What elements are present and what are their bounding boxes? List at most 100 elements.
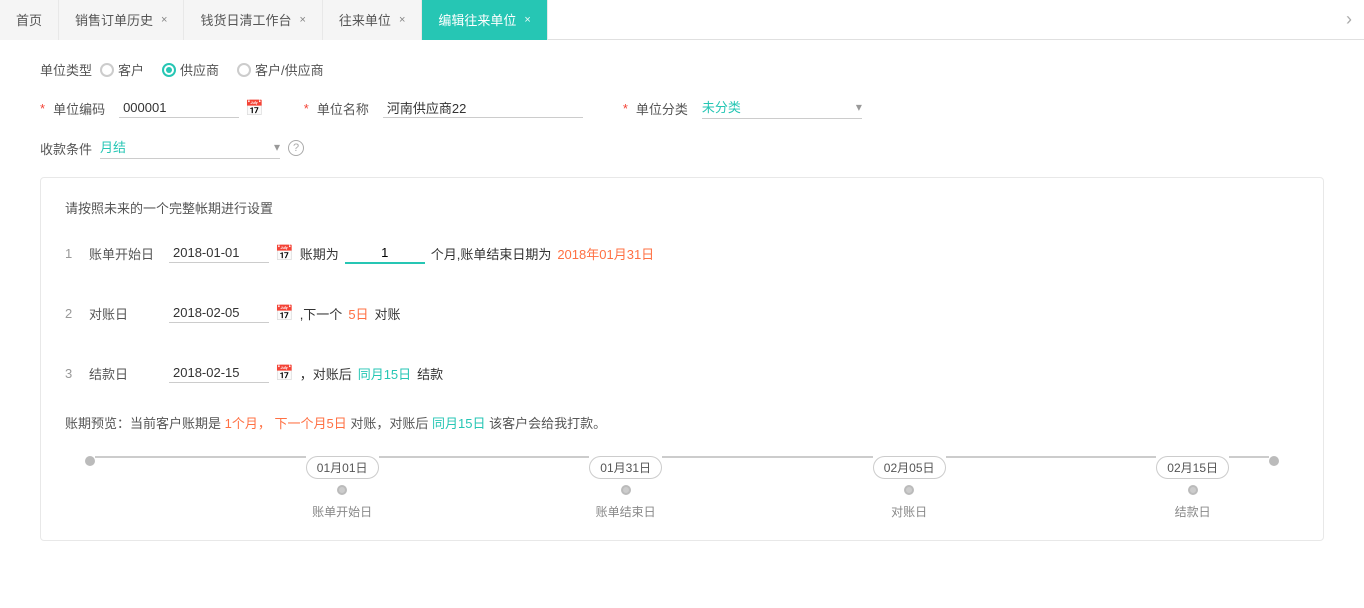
tl-sublabel-1: 账单开始日 xyxy=(312,503,372,520)
payment-arrow: ▾ xyxy=(274,140,280,154)
setting-row-3: 3 结款日 📅 ，对账后 同月15日 结款 xyxy=(65,357,1299,389)
tl-badge-3: 02月05日 xyxy=(873,456,946,479)
setting-content-2: 📅 ,下一个 5日 对账 xyxy=(169,303,1299,323)
tab-edit-partner-close[interactable]: × xyxy=(524,14,530,26)
payment-value: 月结 xyxy=(100,137,274,156)
setting-row-1: 1 账单开始日 📅 账期为 个月,账单结束日期为 2018年01月31日 xyxy=(65,237,1299,269)
tl-sublabel-2: 账单结束日 xyxy=(596,503,656,520)
timeline: 01月01日 账单开始日 01月31日 账单结束日 02月05日 对账日 xyxy=(65,456,1299,520)
tab-edit-partner[interactable]: 编辑往来单位 × xyxy=(422,0,547,40)
tl-node-3: 02月05日 对账日 xyxy=(873,456,946,520)
preview-label: 账期预览：当前客户账期是 xyxy=(65,416,221,431)
reconcile-highlight: 5日 xyxy=(348,304,368,323)
payment-suffix: 结款 xyxy=(417,364,443,383)
unit-code-required: * xyxy=(40,101,45,116)
unit-name-required: * xyxy=(304,101,309,116)
radio-both[interactable]: 客户/供应商 xyxy=(237,60,324,79)
unit-type-radio-group: 客户 供应商 客户/供应商 xyxy=(100,60,324,79)
tabs-bar: 首页 销售订单历史 × 钱货日清工作台 × 往来单位 × 编辑往来单位 × › xyxy=(0,0,1364,40)
unit-type-row: 单位类型 客户 供应商 客户/供应商 xyxy=(40,60,1324,79)
payment-highlight: 同月15日 xyxy=(358,364,411,383)
tabs-more-button[interactable]: › xyxy=(1334,9,1364,30)
tab-partner-close[interactable]: × xyxy=(399,14,405,26)
unit-category-arrow: ▾ xyxy=(856,100,862,114)
unit-type-label: 单位类型 xyxy=(40,60,92,79)
tl-badge-2: 01月31日 xyxy=(589,456,662,479)
timeline-end-dot xyxy=(1269,456,1279,466)
period-prefix: 账期为 xyxy=(300,244,339,263)
tl-badge-1: 01月01日 xyxy=(306,456,379,479)
radio-both-circle xyxy=(237,63,251,77)
setting-label-3: 结款日 xyxy=(89,364,169,383)
preview-part3: 对账，对账后 xyxy=(350,416,428,431)
setting-num-2: 2 xyxy=(65,306,89,321)
start-date-icon[interactable]: 📅 xyxy=(275,244,294,262)
tl-dot-1 xyxy=(337,485,347,495)
payment-date-input[interactable] xyxy=(169,363,269,383)
payment-help-icon[interactable]: ? xyxy=(288,140,304,156)
tl-connector-end xyxy=(1229,456,1269,458)
radio-supplier[interactable]: 供应商 xyxy=(162,60,219,79)
payment-dropdown[interactable]: 月结 ▾ xyxy=(100,137,280,159)
preview-part5: 该客户会给我打款。 xyxy=(489,416,606,431)
period-suffix: 个月,账单结束日期为 xyxy=(431,244,552,263)
tab-edit-partner-label: 编辑往来单位 xyxy=(438,10,516,29)
tab-cash-work-close[interactable]: × xyxy=(299,14,305,26)
info-box: 请按照未来的一个完整帐期进行设置 1 账单开始日 📅 账期为 个月,账单结束日期… xyxy=(40,177,1324,541)
unit-name-label: 单位名称 xyxy=(317,99,369,118)
tab-cash-work-label: 钱货日清工作台 xyxy=(200,10,291,29)
tab-sales-history-close[interactable]: × xyxy=(161,14,167,26)
start-date-input[interactable] xyxy=(169,243,269,263)
preview-text: 账期预览：当前客户账期是 1个月， 下一个月5日 对账，对账后 同月15日 该客… xyxy=(65,413,1299,432)
unit-category-dropdown[interactable]: 未分类 ▾ xyxy=(702,97,862,119)
tl-connector-3 xyxy=(662,456,873,458)
reconcile-date-input[interactable] xyxy=(169,303,269,323)
tl-node-2: 01月31日 账单结束日 xyxy=(589,456,662,520)
tl-dot-4 xyxy=(1188,485,1198,495)
payment-date-icon[interactable]: 📅 xyxy=(275,364,294,382)
tab-sales-history[interactable]: 销售订单历史 × xyxy=(59,0,184,40)
payment-label: 收款条件 xyxy=(40,139,92,158)
unit-name-input[interactable] xyxy=(383,98,583,118)
tab-home[interactable]: 首页 xyxy=(0,0,59,40)
setting-content-1: 📅 账期为 个月,账单结束日期为 2018年01月31日 xyxy=(169,243,1299,264)
period-input[interactable] xyxy=(345,243,425,264)
radio-customer[interactable]: 客户 xyxy=(100,60,144,79)
tl-dot-3 xyxy=(904,485,914,495)
unit-code-group: * 单位编码 📅 xyxy=(40,98,264,118)
main-content: 单位类型 客户 供应商 客户/供应商 * 单位编码 📅 xyxy=(0,40,1364,608)
tab-home-label: 首页 xyxy=(16,10,42,29)
radio-supplier-label: 供应商 xyxy=(180,60,219,79)
radio-supplier-circle xyxy=(162,63,176,77)
tl-sublabel-3: 对账日 xyxy=(891,503,927,520)
reconcile-date-icon[interactable]: 📅 xyxy=(275,304,294,322)
tab-sales-history-label: 销售订单历史 xyxy=(75,10,153,29)
tl-badge-4: 02月15日 xyxy=(1156,456,1229,479)
tab-partner[interactable]: 往来单位 × xyxy=(323,0,422,40)
timeline-start-dot xyxy=(85,456,95,466)
setting-row-2: 2 对账日 📅 ,下一个 5日 对账 xyxy=(65,297,1299,329)
preview-section: 账期预览：当前客户账期是 1个月， 下一个月5日 对账，对账后 同月15日 该客… xyxy=(65,397,1299,520)
unit-category-label: 单位分类 xyxy=(636,99,688,118)
preview-part2: 下一个月5日 xyxy=(275,416,347,431)
radio-customer-label: 客户 xyxy=(118,60,144,79)
reconcile-prefix: ,下一个 xyxy=(300,304,343,323)
tl-dot-2 xyxy=(621,485,631,495)
reconcile-suffix: 对账 xyxy=(375,304,401,323)
setting-label-2: 对账日 xyxy=(89,304,169,323)
tab-cash-work[interactable]: 钱货日清工作台 × xyxy=(184,0,322,40)
unit-category-value: 未分类 xyxy=(702,97,856,116)
unit-details-row: * 单位编码 📅 * 单位名称 * 单位分类 未分类 ▾ xyxy=(40,97,1324,119)
unit-category-group: * 单位分类 未分类 ▾ xyxy=(623,97,862,119)
radio-customer-circle xyxy=(100,63,114,77)
preview-part4: 同月15日 xyxy=(432,416,485,431)
tl-connector-1 xyxy=(95,456,306,458)
setting-num-1: 1 xyxy=(65,246,89,261)
unit-name-group: * 单位名称 xyxy=(304,98,583,118)
tl-node-1: 01月01日 账单开始日 xyxy=(306,456,379,520)
unit-code-icon[interactable]: 📅 xyxy=(245,99,264,117)
unit-code-label: 单位编码 xyxy=(53,99,105,118)
unit-code-input[interactable] xyxy=(119,98,239,118)
tl-connector-4 xyxy=(946,456,1157,458)
tl-connector-2 xyxy=(379,456,590,458)
